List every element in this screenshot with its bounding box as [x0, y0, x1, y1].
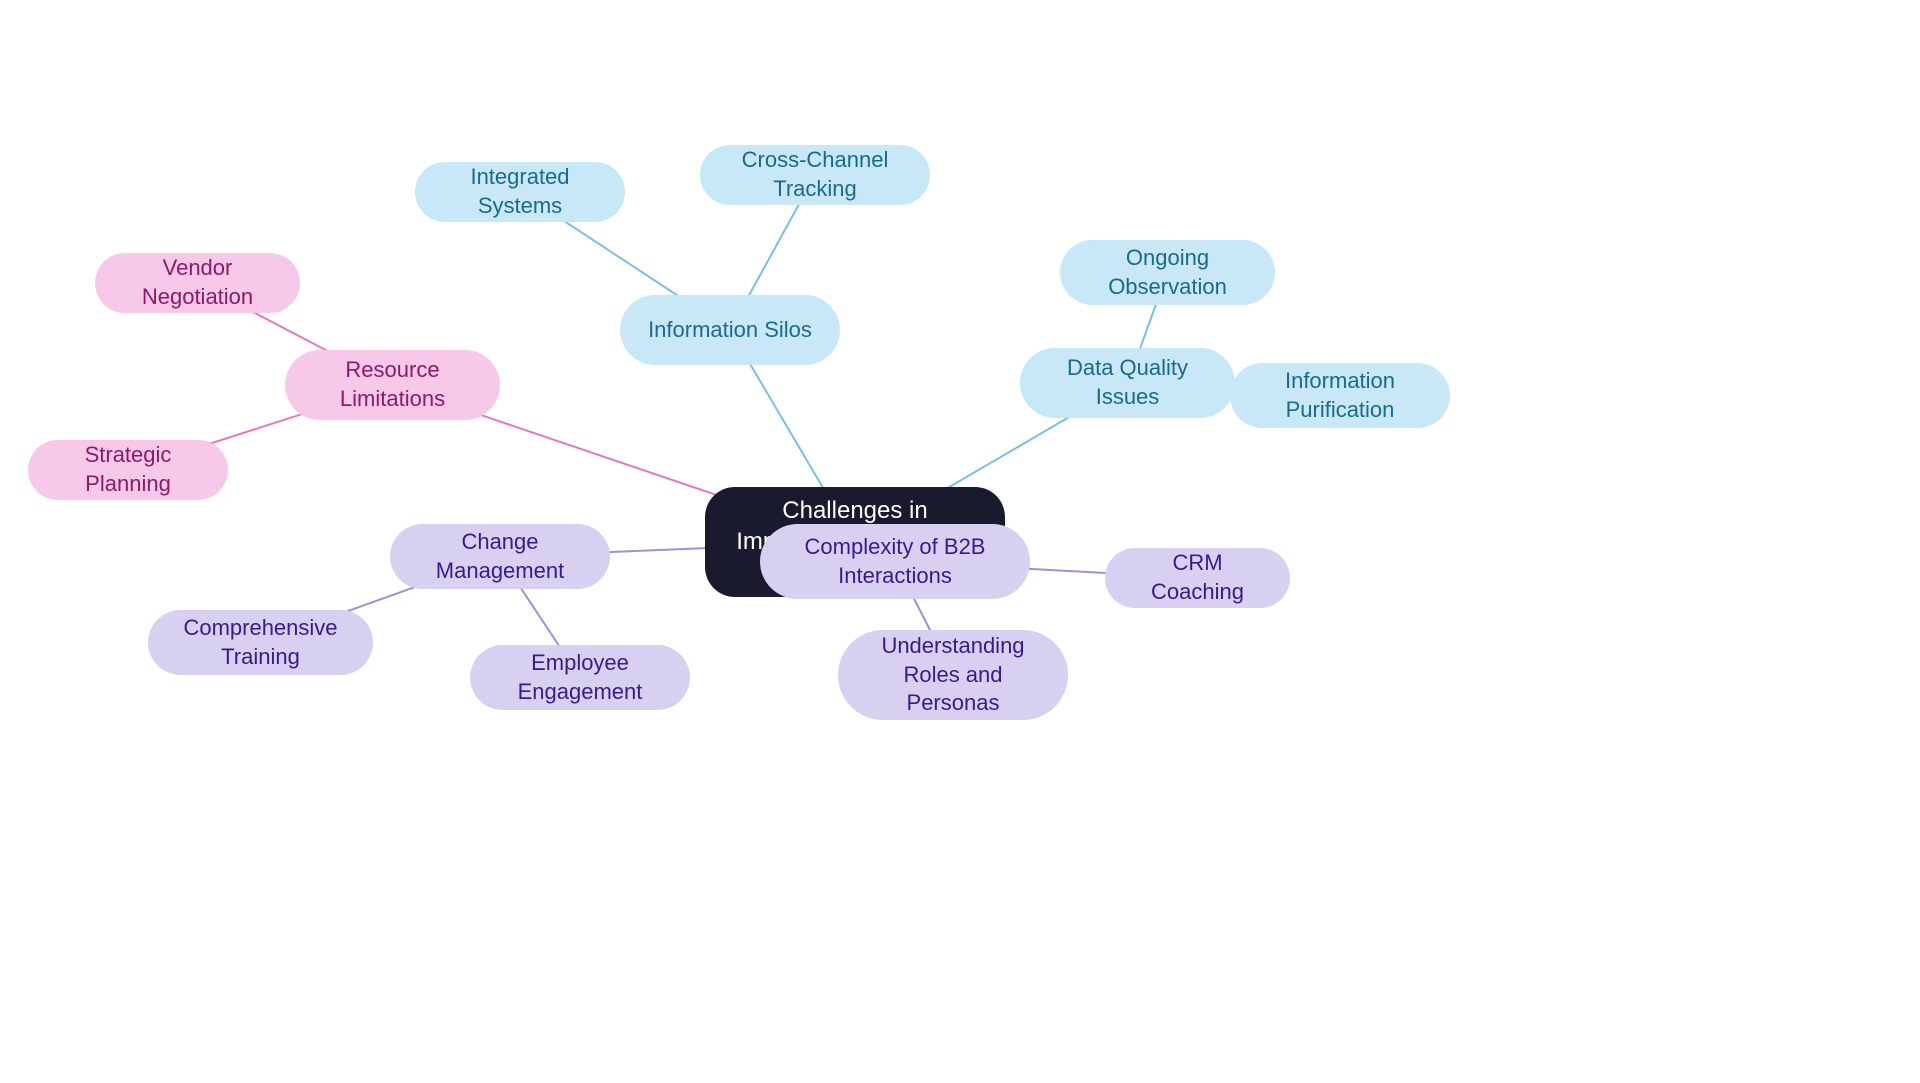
information-silos-node: Information Silos — [620, 295, 840, 365]
ongoing-observation-node: Ongoing Observation — [1060, 240, 1275, 305]
comprehensive-training-node: Comprehensive Training — [148, 610, 373, 675]
strategic-planning-node: Strategic Planning — [28, 440, 228, 500]
crm-coaching-node: CRM Coaching — [1105, 548, 1290, 608]
integrated-systems-node: Integrated Systems — [415, 162, 625, 222]
information-purification-node: Information Purification — [1230, 363, 1450, 428]
vendor-negotiation-node: Vendor Negotiation — [95, 253, 300, 313]
cross-channel-tracking-node: Cross-Channel Tracking — [700, 145, 930, 205]
resource-limitations-node: Resource Limitations — [285, 350, 500, 420]
change-management-node: Change Management — [390, 524, 610, 589]
complexity-b2b-node: Complexity of B2B Interactions — [760, 524, 1030, 599]
understanding-roles-node: Understanding Roles and Personas — [838, 630, 1068, 720]
employee-engagement-node: Employee Engagement — [470, 645, 690, 710]
data-quality-issues-node: Data Quality Issues — [1020, 348, 1235, 418]
